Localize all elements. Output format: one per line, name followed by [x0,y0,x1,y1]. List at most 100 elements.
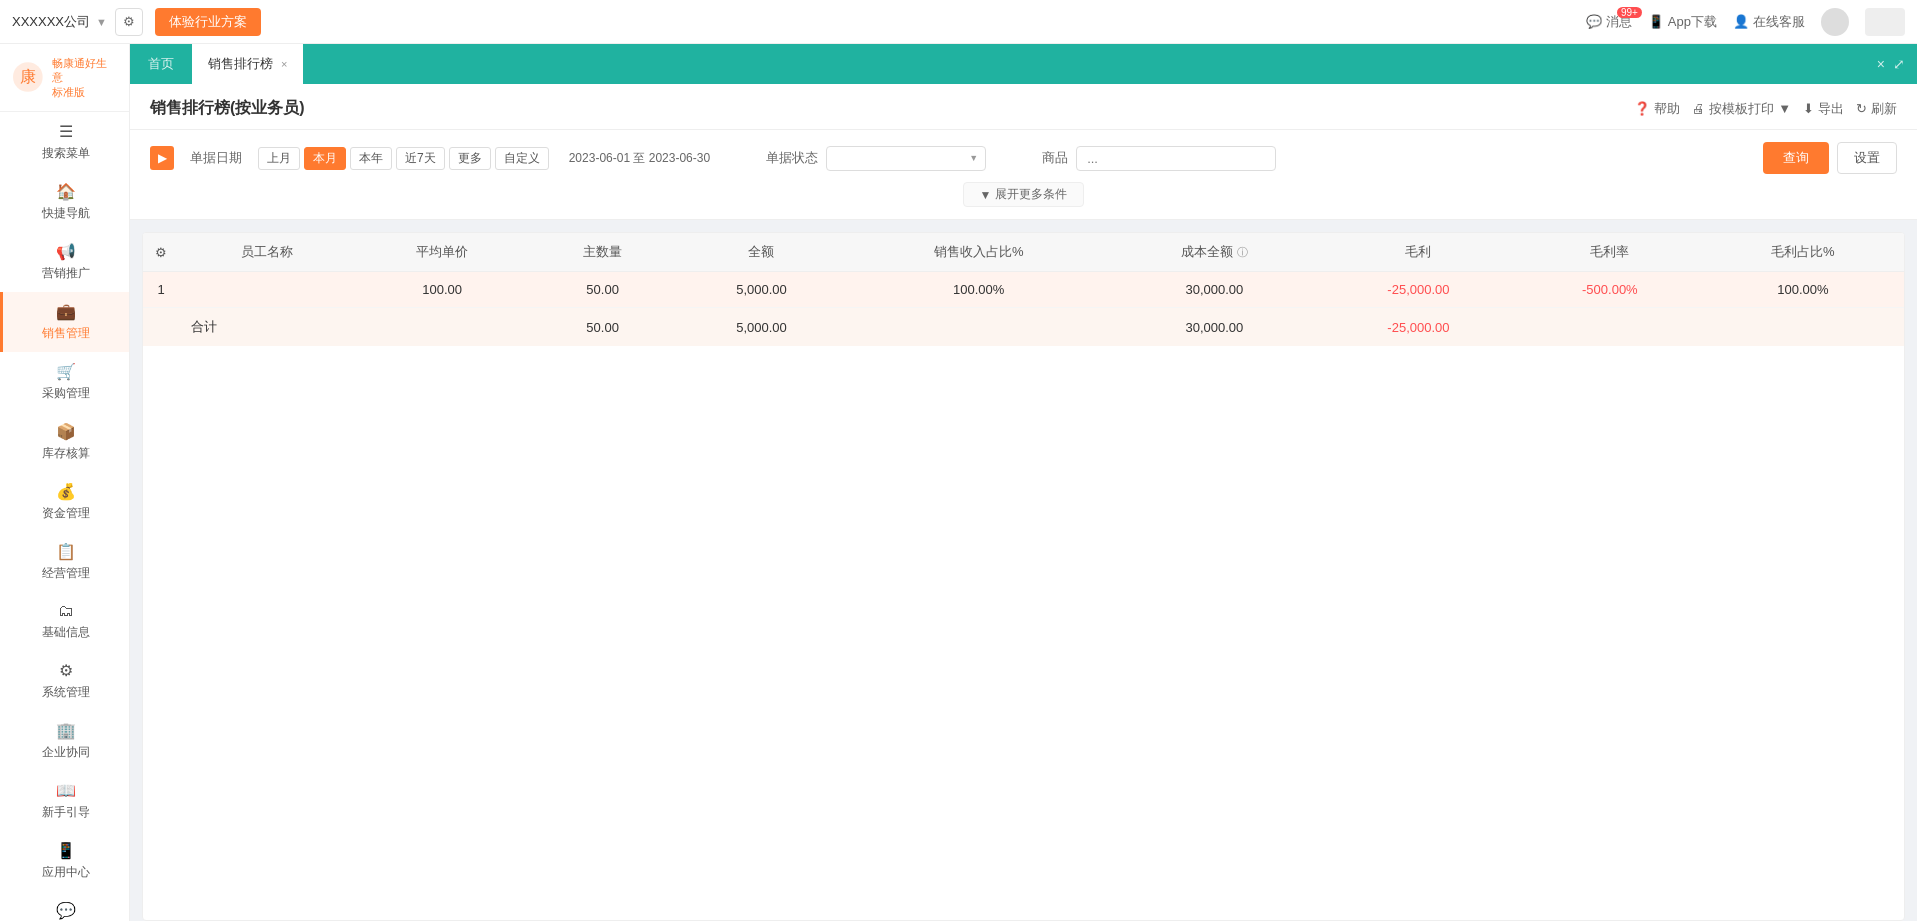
close-window-icon[interactable]: × [1877,56,1885,72]
cost-info-icon: ⓘ [1237,246,1248,258]
tab-label: 销售排行榜 [208,55,273,73]
goods-filter-wrapper: 商品 [1042,146,1276,171]
message-icon: 💬 [1586,14,1602,29]
sidebar-item-inventory[interactable]: 📦 库存核算 [0,412,129,472]
footer-gross: -25,000.00 [1319,308,1518,347]
col-sales-pct: 销售收入占比% [848,233,1110,272]
search-orders-icon: ☰ [59,122,73,141]
table-header-row: ⚙ 员工名称 平均单价 主数量 全额 销售收入占比% 成本全额 ⓘ 毛利 毛利率… [143,233,1904,272]
cell-sales-pct: 100.00% [848,272,1110,308]
sidebar-item-apps[interactable]: 📱 应用中心 [0,831,129,891]
footer-sales-pct [848,308,1110,347]
sidebar-item-purchase[interactable]: 🛒 采购管理 [0,352,129,412]
help-button[interactable]: ❓ 帮助 [1634,100,1680,118]
sidebar-item-label: 搜索菜单 [42,145,90,162]
company-selector[interactable]: XXXXXX公司 ▼ [12,13,107,31]
export-button[interactable]: ⬇ 导出 [1803,100,1844,118]
col-settings[interactable]: ⚙ [143,233,179,272]
tab-close-icon[interactable]: × [281,58,287,70]
chevron-down-icon: ▼ [96,16,107,28]
period-last-month[interactable]: 上月 [258,147,300,170]
sidebar-item-finance[interactable]: 💰 资金管理 [0,472,129,532]
sidebar-item-operations[interactable]: 📋 经营管理 [0,532,129,592]
tab-controls: × ⤢ [1865,44,1917,84]
sidebar-item-wechat[interactable]: 💬 企业微信 [0,891,129,921]
settings-button[interactable]: 设置 [1837,142,1897,174]
footer-gross-pct [1702,308,1904,347]
date-filter-label: 单据日期 [190,149,242,167]
trial-button[interactable]: 体验行业方案 [155,8,261,36]
page-title: 销售排行榜(按业务员) [150,98,305,119]
inventory-icon: 📦 [56,422,76,441]
goods-filter-label: 商品 [1042,149,1068,167]
sidebar-item-label: 应用中心 [42,864,90,881]
sidebar-item-guide[interactable]: 📖 新手引导 [0,771,129,831]
print-icon: 🖨 [1692,101,1705,116]
avatar[interactable] [1821,8,1849,36]
print-chevron-icon: ▼ [1778,101,1791,116]
system-icon: ⚙ [59,661,73,680]
footer-amount: 5,000.00 [675,308,847,347]
svg-text:康: 康 [20,68,36,85]
sidebar-item-marketing[interactable]: 📢 营销推广 [0,232,129,292]
page-header: 销售排行榜(按业务员) ❓ 帮助 🖨 按模板打印 ▼ ⬇ 导出 [130,84,1917,130]
tab-home[interactable]: 首页 [130,44,192,84]
period-more[interactable]: 更多 [449,147,491,170]
col-gross-rate: 毛利率 [1518,233,1702,272]
sidebar-item-basicinfo[interactable]: 🗂 基础信息 [0,592,129,651]
sidebar-item-system[interactable]: ⚙ 系统管理 [0,651,129,711]
status-select[interactable] [826,146,986,171]
query-button[interactable]: 查询 [1763,142,1829,174]
sidebar-item-search-orders[interactable]: ☰ 搜索菜单 [0,112,129,172]
service-label: 在线客服 [1753,13,1805,31]
period-this-year[interactable]: 本年 [350,147,392,170]
maximize-window-icon[interactable]: ⤢ [1893,56,1905,72]
marketing-icon: 📢 [56,242,76,261]
cell-gross-pct: 100.00% [1702,272,1904,308]
expand-icon: ▼ [980,188,992,202]
filter-expand-arrow[interactable]: ▶ [150,146,174,170]
expand-more-button[interactable]: ▼ 展开更多条件 [963,182,1085,207]
sidebar-item-label: 采购管理 [42,385,90,402]
online-service-button[interactable]: 👤 在线客服 [1733,13,1805,31]
period-custom[interactable]: 自定义 [495,147,549,170]
table-row: 1 100.00 50.00 5,000.00 100.00% 30,000.0… [143,272,1904,308]
table-footer-row: 合计 50.00 5,000.00 30,000.00 -25,000.00 [143,308,1904,347]
col-qty: 主数量 [530,233,675,272]
sidebar-item-label: 基础信息 [42,624,90,641]
period-7days[interactable]: 近7天 [396,147,445,170]
quick-nav-icon: 🏠 [56,182,76,201]
period-this-month[interactable]: 本月 [304,147,346,170]
status-select-wrapper [826,146,986,171]
goods-input[interactable] [1076,146,1276,171]
cell-employee [179,272,354,308]
app-label: App下载 [1668,13,1717,31]
print-button[interactable]: 🖨 按模板打印 ▼ [1692,100,1791,118]
sidebar-item-label: 系统管理 [42,684,90,701]
guide-icon: 📖 [56,781,76,800]
col-cost: 成本全额 ⓘ [1110,233,1319,272]
sidebar-item-quick-nav[interactable]: 🏠 快捷导航 [0,172,129,232]
sidebar-item-label: 营销推广 [42,265,90,282]
cell-amount: 5,000.00 [675,272,847,308]
sidebar-item-label: 库存核算 [42,445,90,462]
sidebar-item-enterprise[interactable]: 🏢 企业协同 [0,711,129,771]
sidebar-item-label: 经营管理 [42,565,90,582]
col-gross: 毛利 [1319,233,1518,272]
period-buttons: 上月 本月 本年 近7天 更多 自定义 [258,147,549,170]
export-icon: ⬇ [1803,101,1814,116]
company-settings-button[interactable]: ⚙ [115,8,143,36]
message-button[interactable]: 💬 消息 99+ [1586,13,1632,31]
app-icon: 📱 [1648,14,1664,29]
sidebar-item-label: 新手引导 [42,804,90,821]
logo-icon: 康 [12,61,44,93]
app-download-button[interactable]: 📱 App下载 [1648,13,1717,31]
logo-text: 畅康通好生意 标准版 [52,56,117,99]
date-range-display: 2023-06-01 至 2023-06-30 [569,150,710,167]
sidebar-item-sales[interactable]: 💼 销售管理 [0,292,129,352]
refresh-button[interactable]: ↻ 刷新 [1856,100,1897,118]
finance-icon: 💰 [56,482,76,501]
filter-row-1: ▶ 单据日期 上月 本月 本年 近7天 更多 自定义 2023-06-01 至 … [150,142,1897,174]
company-name: XXXXXX公司 [12,13,90,31]
tab-sales-ranking[interactable]: 销售排行榜 × [192,44,303,84]
